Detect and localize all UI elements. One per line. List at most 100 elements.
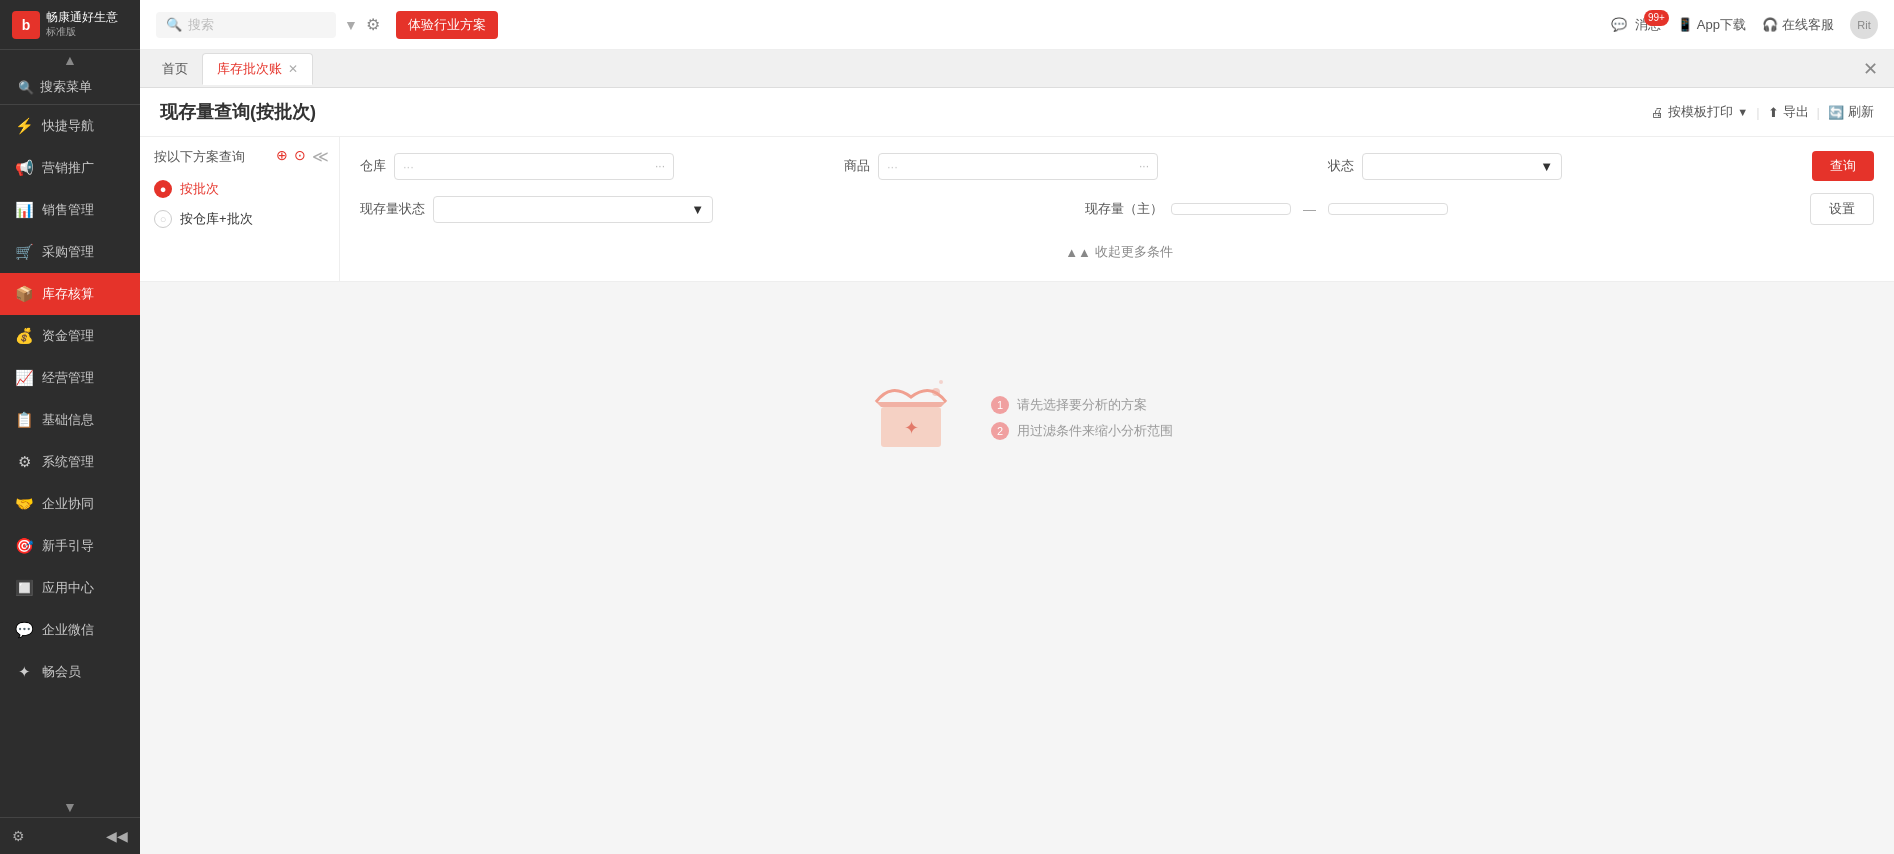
nav-icon-newbie: 🎯 (14, 536, 34, 556)
scheme-panel-header: 按以下方案查询 ⊕ ⊙ ≪ (140, 147, 339, 174)
sidebar-scroll-up[interactable]: ▲ (0, 50, 140, 70)
message-icon: 💬 (1611, 17, 1627, 32)
inv-qty-label: 现存量（主） (1085, 200, 1163, 218)
warehouse-input[interactable]: ··· ··· (394, 153, 674, 180)
filter-group-status: 状态 ▼ (1328, 153, 1796, 180)
scheme-panel: 按以下方案查询 ⊕ ⊙ ≪ ● 按批次 ○ 按仓库+批次 (140, 137, 340, 281)
nav-icon-finance: 💰 (14, 326, 34, 346)
query-panel: 按以下方案查询 ⊕ ⊙ ≪ ● 按批次 ○ 按仓库+批次 (140, 137, 1894, 282)
sidebar-settings-btn[interactable]: ⚙ (12, 828, 25, 844)
empty-state: ✦ 1 请先选择要分析的方案 2 用过滤条件来缩小分析范围 (140, 282, 1894, 562)
topbar-search-icon: 🔍 (166, 17, 182, 32)
sidebar-bottom: ⚙ ◀◀ (0, 817, 140, 854)
product-input[interactable]: ··· ··· (878, 153, 1158, 180)
user-avatar-btn[interactable]: Rit (1850, 11, 1878, 39)
empty-step-1: 1 请先选择要分析的方案 (991, 396, 1173, 414)
sidebar-item-purchase[interactable]: 🛒 采购管理 (0, 231, 140, 273)
tab-close-btn[interactable]: ✕ (288, 62, 298, 76)
inv-qty-to[interactable] (1328, 203, 1448, 215)
product-placeholder: ··· (887, 159, 898, 174)
empty-content: ✦ 1 请先选择要分析的方案 2 用过滤条件来缩小分析范围 (861, 362, 1173, 482)
status-dropdown-icon: ▼ (1540, 159, 1553, 174)
inv-qty-dash: — (1299, 202, 1320, 217)
filter-row-2: 现存量状态 ▼ 现存量（主） — (360, 193, 1874, 225)
print-btn[interactable]: 🖨 按模板打印 ▼ (1651, 103, 1748, 121)
nav-icon-purchase: 🛒 (14, 242, 34, 262)
export-icon: ⬆ (1768, 105, 1779, 120)
sidebar-item-wechat[interactable]: 💬 企业微信 (0, 609, 140, 651)
sidebar-item-quick-nav[interactable]: ⚡ 快捷导航 (0, 105, 140, 147)
nav-icon-quick: ⚡ (14, 116, 34, 136)
topbar-search[interactable]: 🔍 搜索 (156, 12, 336, 38)
sidebar-item-enterprise[interactable]: 🤝 企业协同 (0, 483, 140, 525)
nav-icon-enterprise: 🤝 (14, 494, 34, 514)
sidebar-item-finance[interactable]: 💰 资金管理 (0, 315, 140, 357)
export-btn[interactable]: ⬆ 导出 (1768, 103, 1809, 121)
sidebar-scroll-down[interactable]: ▼ (0, 797, 140, 817)
app-download-btn[interactable]: 📱 App下载 (1677, 16, 1746, 34)
tab-close-page-btn[interactable]: ✕ (1863, 58, 1878, 80)
scheme-item-by-warehouse-batch[interactable]: ○ 按仓库+批次 (140, 204, 339, 234)
scheme-item-by-batch[interactable]: ● 按批次 (140, 174, 339, 204)
sidebar-item-member[interactable]: ✦ 畅会员 (0, 651, 140, 693)
sidebar-item-sales[interactable]: 📊 销售管理 (0, 189, 140, 231)
search-menu[interactable]: 🔍 搜索菜单 (0, 70, 140, 105)
tab-home[interactable]: 首页 (148, 54, 202, 84)
phone-icon: 📱 (1677, 17, 1693, 32)
settings-btn[interactable]: 设置 (1810, 193, 1874, 225)
status-label: 状态 (1328, 157, 1354, 175)
warehouse-placeholder: ··· (403, 159, 414, 174)
svg-text:✦: ✦ (904, 418, 919, 438)
warehouse-label: 仓库 (360, 157, 386, 175)
sidebar-item-system[interactable]: ⚙ 系统管理 (0, 441, 140, 483)
sidebar-item-appstore[interactable]: 🔲 应用中心 (0, 567, 140, 609)
sidebar-item-newbie[interactable]: 🎯 新手引导 (0, 525, 140, 567)
page-title: 现存量查询(按批次) (160, 100, 316, 124)
collapse-more-btn[interactable]: ▲▲ 收起更多条件 (360, 237, 1874, 267)
filter-group-inv-status: 现存量状态 ▼ (360, 196, 1069, 223)
query-btn[interactable]: 查询 (1812, 151, 1874, 181)
message-btn[interactable]: 💬 99+ 消息 (1611, 16, 1661, 34)
collapse-icon: ▲▲ (1065, 245, 1091, 260)
tab-batch-account[interactable]: 库存批次账 ✕ (202, 53, 313, 85)
inv-status-dropdown-icon: ▼ (691, 202, 704, 217)
sidebar-item-basic[interactable]: 📋 基础信息 (0, 399, 140, 441)
industry-btn[interactable]: 体验行业方案 (396, 11, 498, 39)
content-area: 现存量查询(按批次) 🖨 按模板打印 ▼ | ⬆ 导出 | 🔄 刷新 (140, 88, 1894, 854)
nav-icon-wechat: 💬 (14, 620, 34, 640)
inv-qty-from[interactable] (1171, 203, 1291, 215)
sidebar-item-inventory[interactable]: 📦 库存核算 (0, 273, 140, 315)
topbar-settings-icon[interactable]: ⚙ (366, 15, 380, 34)
app-version: 标准版 (46, 25, 118, 39)
svg-point-2 (932, 388, 940, 396)
nav-icon-appstore: 🔲 (14, 578, 34, 598)
sidebar-item-marketing[interactable]: 📢 营销推广 (0, 147, 140, 189)
product-more-icon: ··· (1139, 159, 1149, 173)
warehouse-more-icon: ··· (655, 159, 665, 173)
nav-icon-system: ⚙ (14, 452, 34, 472)
nav-icon-basic: 📋 (14, 410, 34, 430)
topbar-dropdown-icon[interactable]: ▼ (344, 17, 358, 33)
filter-row-1: 仓库 ··· ··· 商品 ··· ··· 状态 (360, 151, 1874, 181)
status-select[interactable]: ▼ (1362, 153, 1562, 180)
topbar-right: 💬 99+ 消息 📱 App下载 🎧 在线客服 Rit (1611, 11, 1878, 39)
scheme-collapse-btn[interactable]: ≪ (312, 147, 329, 166)
sidebar-collapse-btn[interactable]: ◀◀ (106, 828, 128, 844)
step-num-2: 2 (991, 422, 1009, 440)
empty-icon: ✦ (861, 362, 961, 462)
page-header: 现存量查询(按批次) 🖨 按模板打印 ▼ | ⬆ 导出 | 🔄 刷新 (140, 88, 1894, 137)
online-service-btn[interactable]: 🎧 在线客服 (1762, 16, 1834, 34)
search-icon: 🔍 (18, 80, 34, 95)
nav-icon-member: ✦ (14, 662, 34, 682)
filter-group-product: 商品 ··· ··· (844, 153, 1312, 180)
inv-status-select[interactable]: ▼ (433, 196, 713, 223)
page-actions: 🖨 按模板打印 ▼ | ⬆ 导出 | 🔄 刷新 (1651, 103, 1874, 121)
print-icon: 🖨 (1651, 105, 1664, 120)
sidebar-item-operations[interactable]: 📈 经营管理 (0, 357, 140, 399)
refresh-btn[interactable]: 🔄 刷新 (1828, 103, 1874, 121)
print-dropdown-icon: ▼ (1737, 106, 1748, 118)
product-label: 商品 (844, 157, 870, 175)
topbar-search-placeholder: 搜索 (188, 16, 214, 34)
scheme-settings-icon[interactable]: ⊙ (294, 147, 306, 166)
scheme-add-icon[interactable]: ⊕ (276, 147, 288, 166)
